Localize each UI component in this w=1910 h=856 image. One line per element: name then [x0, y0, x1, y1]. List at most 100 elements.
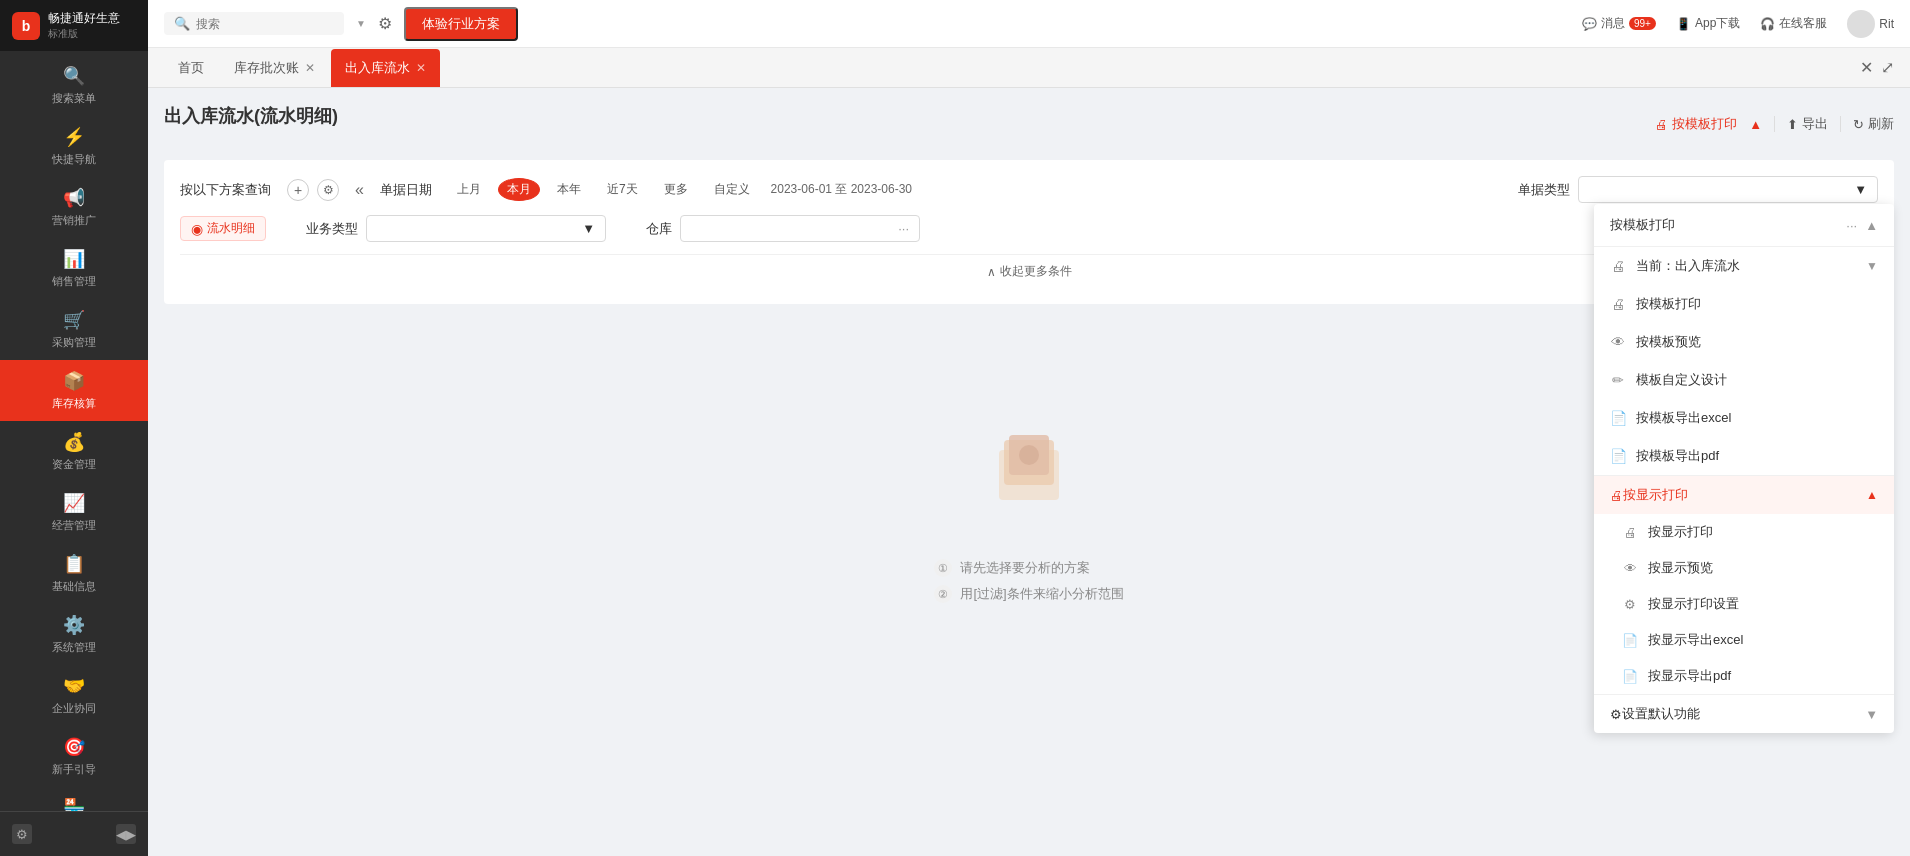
- sidebar-item-finance[interactable]: 💰资金管理: [0, 421, 148, 482]
- default-settings-icon: ⚙: [1610, 707, 1622, 722]
- user-avatar[interactable]: Rit: [1847, 10, 1894, 38]
- settings-gear-icon[interactable]: ⚙: [12, 824, 32, 844]
- sidebar-item-inventory[interactable]: 📦库存核算: [0, 360, 148, 421]
- filter-collapse-icon[interactable]: «: [355, 181, 364, 199]
- sidebar-item-basic[interactable]: 📋基础信息: [0, 543, 148, 604]
- dropdown-template-print[interactable]: 🖨 按模板打印: [1594, 285, 1894, 323]
- sidebar-item-search[interactable]: 🔍搜索菜单: [0, 55, 148, 116]
- date-custom[interactable]: 自定义: [705, 178, 759, 201]
- date-range-display: 2023-06-01 至 2023-06-30: [771, 181, 912, 198]
- template-pdf-icon: 📄: [1610, 448, 1626, 464]
- display-print-settings[interactable]: ⚙ 按显示打印设置: [1594, 586, 1894, 622]
- refresh-button[interactable]: ↻ 刷新: [1853, 115, 1894, 133]
- display-settings-icon: ⚙: [1622, 597, 1638, 612]
- date-this-month[interactable]: 本月: [498, 178, 540, 201]
- warehouse-select-more-icon: ···: [898, 221, 909, 236]
- template-preview-icon: 👁: [1610, 334, 1626, 350]
- nav-label-shortcut: 快捷导航: [52, 152, 96, 167]
- dropdown-display-section: 🖨 按显示打印 ▲ 🖨 按显示打印 👁 按显示预览 ⚙ 按显示打印设置: [1594, 475, 1894, 694]
- close-flow-tab-icon[interactable]: ✕: [416, 61, 426, 75]
- dropdown-current[interactable]: 🖨 当前：出入库流水 ▼: [1594, 247, 1894, 285]
- sidebar-item-app[interactable]: 🏪应用中心: [0, 787, 148, 811]
- dropdown-more-icon[interactable]: ···: [1846, 218, 1857, 233]
- date-this-year[interactable]: 本年: [548, 178, 590, 201]
- nav-icon-purchase: 🛒: [63, 309, 85, 331]
- page-content-inner: 出入库流水(流水明细) 🖨 按模板打印 ▲ ⬆ 导出 ↻ 刷新: [164, 104, 1894, 663]
- nav-icon-finance: 💰: [63, 431, 85, 453]
- online-service-button[interactable]: 🎧 在线客服: [1760, 15, 1827, 32]
- display-pdf[interactable]: 📄 按显示导出pdf: [1594, 658, 1894, 694]
- biz-type-select[interactable]: ▼: [366, 215, 606, 242]
- date-more[interactable]: 更多: [655, 178, 697, 201]
- tab-maximize-button[interactable]: ⤢: [1881, 58, 1894, 77]
- search-input[interactable]: [196, 17, 316, 31]
- dropdown-up-icon[interactable]: ▲: [1865, 218, 1878, 233]
- nav-label-sales: 销售管理: [52, 274, 96, 289]
- message-icon: 💬: [1582, 17, 1597, 31]
- topbar: 🔍 ▼ ⚙ 体验行业方案 💬 消息 99+ 📱 App下载 🎧 在线客服 Rit: [148, 0, 1910, 48]
- display-section-header[interactable]: 🖨 按显示打印 ▲: [1594, 476, 1894, 514]
- topbar-gear-icon[interactable]: ⚙: [378, 14, 392, 33]
- close-batch-tab-icon[interactable]: ✕: [305, 61, 315, 75]
- template-excel-icon: 📄: [1610, 410, 1626, 426]
- chevron-up-icon[interactable]: ▲: [1749, 117, 1762, 132]
- dropdown-template-custom[interactable]: ✏ 模板自定义设计: [1594, 361, 1894, 399]
- tab-flow[interactable]: 出入库流水 ✕: [331, 49, 440, 87]
- sidebar-item-operations[interactable]: 📈经营管理: [0, 482, 148, 543]
- dropdown-title: 按模板打印: [1610, 216, 1675, 234]
- warehouse-select[interactable]: ···: [680, 215, 920, 242]
- phone-icon: 📱: [1676, 17, 1691, 31]
- sidebar-item-shortcut[interactable]: ⚡ 快捷导航: [0, 116, 148, 177]
- nav-icon-shortcut: ⚡: [63, 126, 85, 148]
- sidebar-item-enterprise[interactable]: 🤝 企业协同: [0, 665, 148, 726]
- dropdown-header: 按模板打印 ··· ▲: [1594, 204, 1894, 247]
- app-logo: b 畅捷通好生意 标准版: [0, 0, 148, 51]
- search-chevron-icon[interactable]: ▼: [356, 18, 366, 29]
- nav-icon-enterprise: 🤝: [63, 675, 85, 697]
- sidebar-item-purchase[interactable]: 🛒采购管理: [0, 299, 148, 360]
- tab-home[interactable]: 首页: [164, 49, 218, 87]
- sidebar-item-marketing[interactable]: 📢营销推广: [0, 177, 148, 238]
- tab-bar-actions: ✕ ⤢: [1860, 58, 1894, 77]
- message-button[interactable]: 💬 消息 99+: [1582, 15, 1656, 32]
- page-header: 出入库流水(流水明细) 🖨 按模板打印 ▲ ⬆ 导出 ↻ 刷新: [164, 104, 1894, 144]
- display-print-icon: 🖨: [1622, 525, 1638, 540]
- add-filter-button[interactable]: +: [287, 179, 309, 201]
- sidebar-collapse-icon[interactable]: ◀▶: [116, 824, 136, 844]
- sidebar-item-system[interactable]: ⚙️系统管理: [0, 604, 148, 665]
- biz-select-chevron-icon: ▼: [582, 221, 595, 236]
- template-custom-icon: ✏: [1610, 372, 1626, 388]
- dropdown-template-excel[interactable]: 📄 按模板导出excel: [1594, 399, 1894, 437]
- display-preview[interactable]: 👁 按显示预览: [1594, 550, 1894, 586]
- headset-icon: 🎧: [1760, 17, 1775, 31]
- empty-step-1: ① 请先选择要分析的方案: [934, 559, 1123, 577]
- display-preview-icon: 👁: [1622, 561, 1638, 576]
- date-7days[interactable]: 近7天: [598, 178, 647, 201]
- sidebar-item-guide[interactable]: 🎯新手引导: [0, 726, 148, 787]
- doc-type-select[interactable]: ▼: [1578, 176, 1878, 203]
- nav-label-enterprise: 企业协同: [52, 701, 96, 716]
- printer-icon: 🖨: [1655, 117, 1668, 132]
- display-print[interactable]: 🖨 按显示打印: [1594, 514, 1894, 550]
- dropdown-template-pdf[interactable]: 📄 按模板导出pdf: [1594, 437, 1894, 475]
- divider2: [1840, 116, 1841, 132]
- trial-button[interactable]: 体验行业方案: [404, 7, 518, 41]
- display-excel[interactable]: 📄 按显示导出excel: [1594, 622, 1894, 658]
- tab-close-window-button[interactable]: ✕: [1860, 58, 1873, 77]
- page-header-actions: 🖨 按模板打印 ▲ ⬆ 导出 ↻ 刷新: [1655, 115, 1894, 133]
- topbar-search[interactable]: 🔍: [164, 12, 344, 35]
- export-button[interactable]: ⬆ 导出: [1787, 115, 1828, 133]
- date-last-month[interactable]: 上月: [448, 178, 490, 201]
- filter-settings-button[interactable]: ⚙: [317, 179, 339, 201]
- sidebar-item-sales[interactable]: 📊销售管理: [0, 238, 148, 299]
- tab-batch[interactable]: 库存批次账 ✕: [220, 49, 329, 87]
- display-pdf-icon: 📄: [1622, 669, 1638, 684]
- dropdown-template-preview[interactable]: 👁 按模板预览: [1594, 323, 1894, 361]
- dropdown-footer[interactable]: ⚙ 设置默认功能 ▼: [1594, 694, 1894, 733]
- export-icon: ⬆: [1787, 117, 1798, 132]
- app-download-button[interactable]: 📱 App下载: [1676, 15, 1740, 32]
- nav-icon-basic: 📋: [63, 553, 85, 575]
- collapse-up-icon: ∧: [987, 265, 996, 279]
- biz-type-label: 业务类型: [306, 220, 358, 238]
- print-template-button[interactable]: 🖨 按模板打印: [1655, 115, 1737, 133]
